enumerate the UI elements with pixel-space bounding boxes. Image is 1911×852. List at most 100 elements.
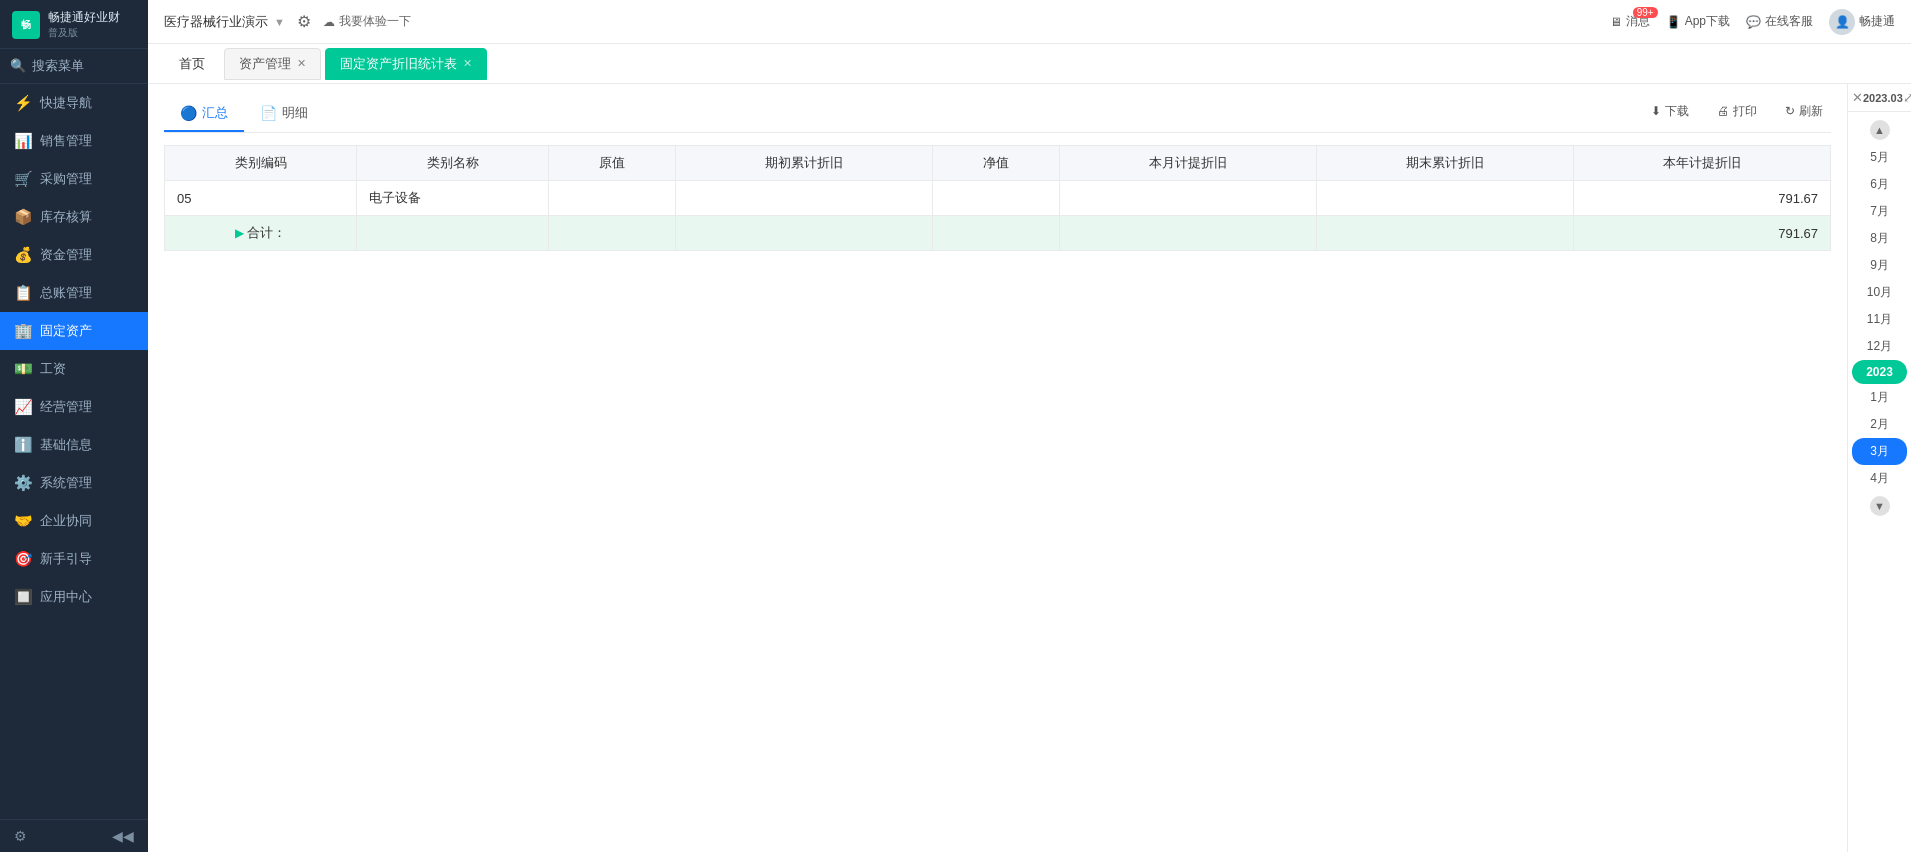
sidebar-item-basic-info[interactable]: ℹ️ 基础信息 — [0, 426, 148, 464]
summary-tab-label: 汇总 — [202, 104, 228, 122]
date-item-2[interactable]: 2月 — [1848, 411, 1911, 438]
date-item-10[interactable]: 10月 — [1848, 279, 1911, 306]
sidebar-item-enterprise[interactable]: 🤝 企业协同 — [0, 502, 148, 540]
tab-depreciation-close[interactable]: ✕ — [463, 57, 472, 70]
sidebar-app-title: 畅捷通好业财 — [48, 10, 120, 26]
sidebar-item-inventory[interactable]: 📦 库存核算 — [0, 198, 148, 236]
cell-period-end-accumulated — [1317, 181, 1574, 216]
col-name: 类别名称 — [357, 146, 549, 181]
finance-icon: 💰 — [14, 246, 32, 264]
sidebar-version: 普及版 — [48, 26, 120, 40]
sidebar-item-label: 工资 — [40, 360, 66, 378]
header-right: 🖥 消息 99+ 📱 App下载 💬 在线客服 👤 畅捷通 — [1610, 9, 1895, 35]
user-avatar-icon: 👤 — [1835, 15, 1850, 29]
total-initial-accumulated — [676, 216, 933, 251]
tab-home[interactable]: 首页 — [164, 48, 220, 79]
date-scroll-down[interactable]: ▼ — [1870, 496, 1890, 516]
content-area: 🔵 汇总 📄 明细 ⬇ 下载 🖨 打印 — [148, 84, 1911, 852]
sub-tab-detail[interactable]: 📄 明细 — [244, 96, 324, 132]
date-list: ▲ 5月 6月 7月 8月 9月 10月 11月 12月 2023 1月 2月 … — [1848, 112, 1911, 852]
sidebar-item-operations[interactable]: 📈 经营管理 — [0, 388, 148, 426]
date-item-8[interactable]: 8月 — [1848, 225, 1911, 252]
sidebar-item-label: 固定资产 — [40, 322, 92, 340]
sidebar-item-label: 应用中心 — [40, 588, 92, 606]
sidebar-item-label: 系统管理 — [40, 474, 92, 492]
sidebar-item-label: 资金管理 — [40, 246, 92, 264]
fixed-assets-icon: 🏢 — [14, 322, 32, 340]
tab-asset-management-label: 资产管理 — [239, 55, 291, 73]
app-download-button[interactable]: 📱 App下载 — [1666, 13, 1730, 30]
sidebar-item-guide[interactable]: 🎯 新手引导 — [0, 540, 148, 578]
app-download-icon: 📱 — [1666, 15, 1681, 29]
date-item-1[interactable]: 1月 — [1848, 384, 1911, 411]
date-item-5[interactable]: 5月 — [1848, 144, 1911, 171]
tab-home-label: 首页 — [179, 55, 205, 73]
sidebar-header: 畅 畅捷通好业财 普及版 — [0, 0, 148, 49]
tab-asset-management-close[interactable]: ✕ — [297, 57, 306, 70]
refresh-label: 刷新 — [1799, 103, 1823, 120]
main-content: 🔵 汇总 📄 明细 ⬇ 下载 🖨 打印 — [148, 84, 1847, 852]
panel-close-icon[interactable]: ✕ — [1852, 90, 1863, 105]
table-row: 05 电子设备 791.67 — [165, 181, 1831, 216]
total-original-value — [549, 216, 676, 251]
sub-tab-summary[interactable]: 🔵 汇总 — [164, 96, 244, 132]
tab-depreciation-table[interactable]: 固定资产折旧统计表 ✕ — [325, 48, 487, 80]
date-item-9[interactable]: 9月 — [1848, 252, 1911, 279]
sidebar-item-system[interactable]: ⚙️ 系统管理 — [0, 464, 148, 502]
sidebar-item-quick-nav[interactable]: ⚡ 快捷导航 — [0, 84, 148, 122]
sidebar-item-salary[interactable]: 💵 工资 — [0, 350, 148, 388]
cell-monthly-depreciation — [1060, 181, 1317, 216]
ledger-icon: 📋 — [14, 284, 32, 302]
sidebar-item-sales[interactable]: 📊 销售管理 — [0, 122, 148, 160]
date-item-3[interactable]: 3月 — [1852, 438, 1907, 465]
detail-tab-icon: 📄 — [260, 105, 277, 121]
download-button[interactable]: ⬇ 下载 — [1643, 99, 1697, 124]
operations-icon: 📈 — [14, 398, 32, 416]
date-item-6[interactable]: 6月 — [1848, 171, 1911, 198]
header-settings-icon[interactable]: ⚙ — [297, 12, 311, 31]
date-item-12[interactable]: 12月 — [1848, 333, 1911, 360]
refresh-button[interactable]: ↻ 刷新 — [1777, 99, 1831, 124]
sidebar-item-app-center[interactable]: 🔲 应用中心 — [0, 578, 148, 616]
sidebar-item-finance[interactable]: 💰 资金管理 — [0, 236, 148, 274]
panel-expand-icon[interactable]: ⤢ — [1903, 90, 1911, 105]
sidebar-item-label: 库存核算 — [40, 208, 92, 226]
right-panel: ✕ 2023.03 ⤢ ▲ 5月 6月 7月 8月 9月 10月 11月 12月… — [1847, 84, 1911, 852]
date-year-2023[interactable]: 2023 — [1852, 360, 1907, 384]
tab-asset-management[interactable]: 资产管理 ✕ — [224, 48, 321, 80]
company-selector[interactable]: 医疗器械行业演示 ▼ — [164, 13, 285, 31]
download-icon: ⬇ — [1651, 104, 1661, 118]
top-header: 医疗器械行业演示 ▼ ⚙ ☁ 我要体验一下 🖥 消息 99+ 📱 App下载 💬… — [148, 0, 1911, 44]
header-left: 医疗器械行业演示 ▼ ⚙ ☁ 我要体验一下 — [164, 12, 411, 31]
date-item-7[interactable]: 7月 — [1848, 198, 1911, 225]
total-net-value — [933, 216, 1060, 251]
sidebar-item-purchase[interactable]: 🛒 采购管理 — [0, 160, 148, 198]
cell-code: 05 — [165, 181, 357, 216]
print-label: 打印 — [1733, 103, 1757, 120]
online-service-button[interactable]: 💬 在线客服 — [1746, 13, 1813, 30]
col-monthly-depreciation: 本月计提折旧 — [1060, 146, 1317, 181]
total-monthly-depreciation — [1060, 216, 1317, 251]
print-button[interactable]: 🖨 打印 — [1709, 99, 1765, 124]
sub-tabs: 🔵 汇总 📄 明细 ⬇ 下载 🖨 打印 — [164, 96, 1831, 133]
collapse-sidebar-button[interactable]: ◀◀ — [112, 828, 134, 844]
sidebar-item-ledger[interactable]: 📋 总账管理 — [0, 274, 148, 312]
col-annual-depreciation: 本年计提折旧 — [1574, 146, 1831, 181]
messages-button[interactable]: 🖥 消息 99+ — [1610, 13, 1650, 30]
experience-button[interactable]: ☁ 我要体验一下 — [323, 13, 411, 30]
user-profile[interactable]: 👤 畅捷通 — [1829, 9, 1895, 35]
cell-initial-accumulated — [676, 181, 933, 216]
sidebar-search[interactable]: 🔍 搜索菜单 — [0, 49, 148, 84]
total-period-end-accumulated — [1317, 216, 1574, 251]
messages-icon: 🖥 — [1610, 15, 1622, 29]
cell-original-value — [549, 181, 676, 216]
cell-name: 电子设备 — [357, 181, 549, 216]
sidebar-item-fixed-assets[interactable]: 🏢 固定资产 — [0, 312, 148, 350]
date-item-11[interactable]: 11月 — [1848, 306, 1911, 333]
date-item-4[interactable]: 4月 — [1848, 465, 1911, 492]
sidebar-title-block: 畅捷通好业财 普及版 — [48, 10, 120, 40]
date-scroll-up[interactable]: ▲ — [1870, 120, 1890, 140]
total-name — [357, 216, 549, 251]
sub-tabs-left: 🔵 汇总 📄 明细 — [164, 96, 324, 132]
settings-footer-icon[interactable]: ⚙ — [14, 828, 27, 844]
